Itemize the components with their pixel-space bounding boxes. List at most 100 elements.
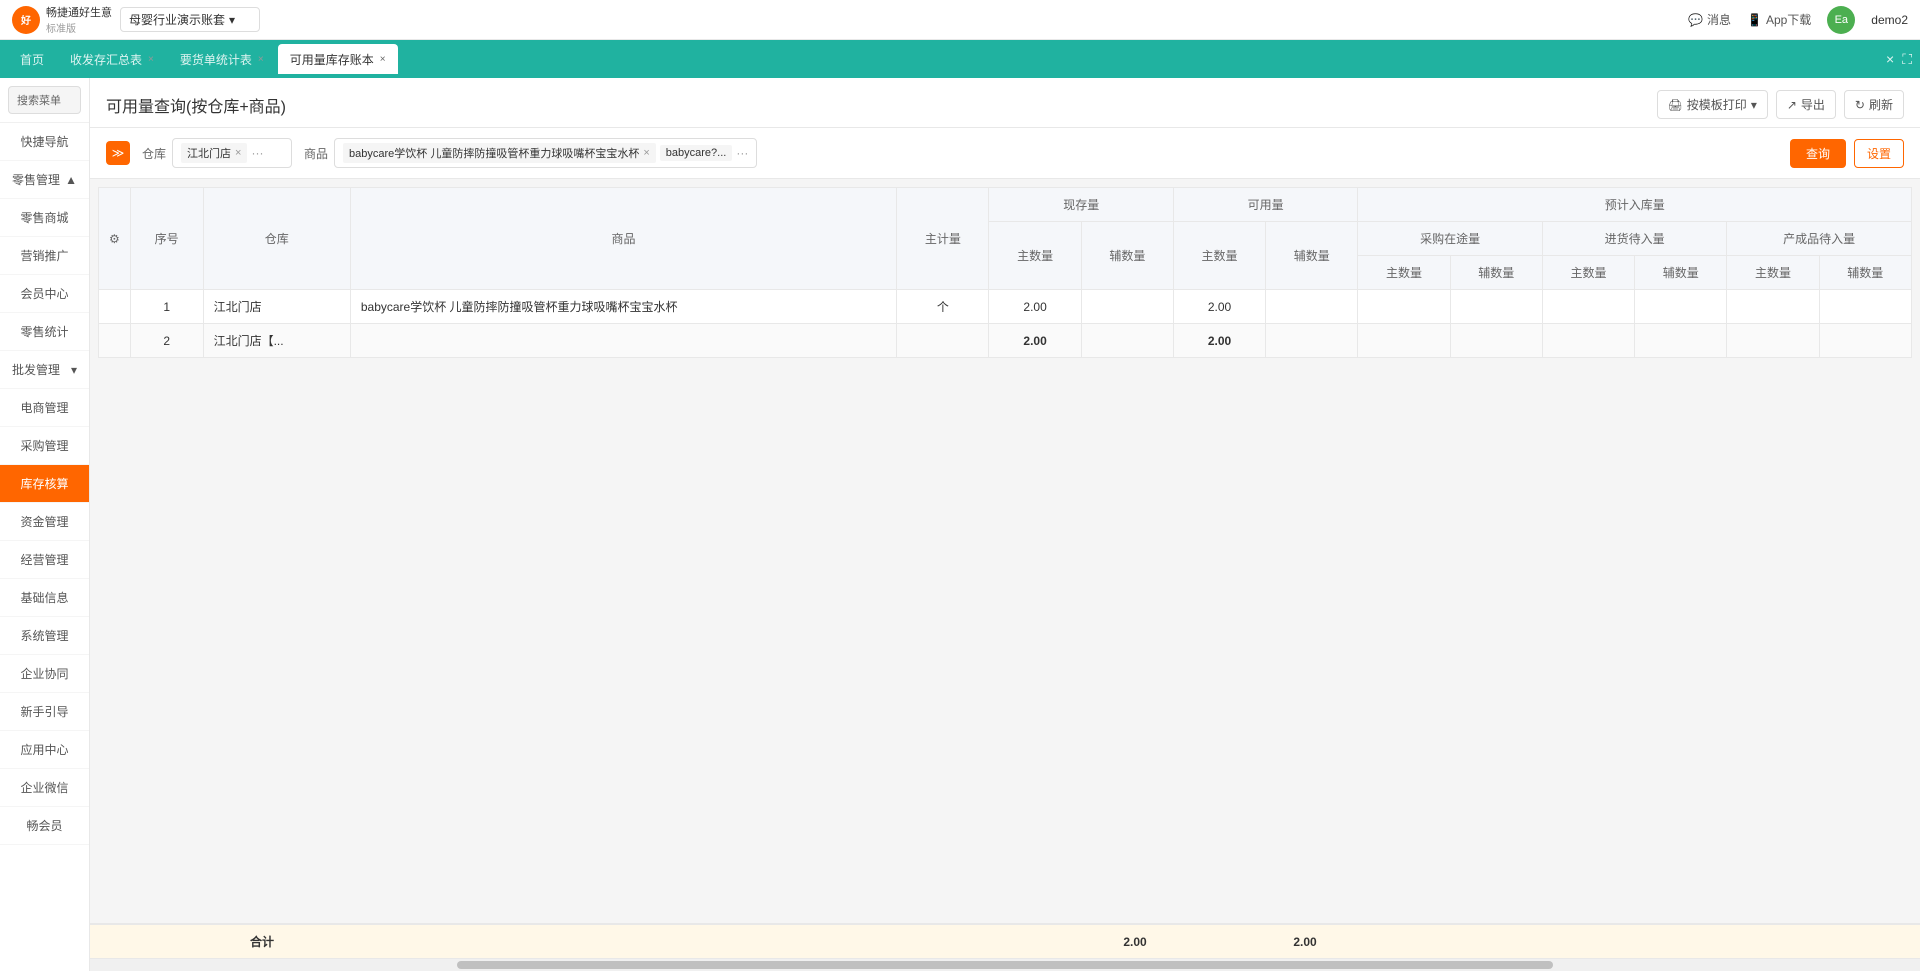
warehouse-filter-more[interactable]: ··· <box>251 146 263 160</box>
industry-select[interactable]: 母婴行业演示账套 ▾ <box>120 7 260 32</box>
product-tag-1-remove[interactable]: × <box>643 147 649 159</box>
data-table: ⚙ 序号 仓库 商品 主计量 现存量 可用量 预计入库量 主数量 辅数量 主数量… <box>98 187 1912 358</box>
tab-close-all-icon[interactable]: × <box>1886 51 1894 67</box>
sidebar-item-retail-mall[interactable]: 零售商城 <box>0 199 89 237</box>
sidebar-item-basic-info[interactable]: 基础信息 <box>0 579 89 617</box>
td-incoming-main <box>1542 290 1634 324</box>
settings-button[interactable]: 设置 <box>1854 139 1904 168</box>
sidebar-item-new-guide[interactable]: 新手引导 <box>0 693 89 731</box>
td-product <box>350 324 896 358</box>
th-production-pending-group: 产成品待入量 <box>1727 222 1912 256</box>
expand-icon: ≫ <box>112 146 125 160</box>
sidebar-item-operations-mgmt[interactable]: 经营管理 <box>0 541 89 579</box>
product-filter-more[interactable]: ··· <box>736 146 748 160</box>
logo-text: 畅捷通好生意 <box>46 4 112 20</box>
sidebar-item-quick-nav[interactable]: 快捷导航 <box>0 123 89 161</box>
product-tag-2-text: babycare?... <box>666 147 727 159</box>
td-production-aux <box>1819 290 1911 324</box>
td-stock-aux <box>1081 290 1173 324</box>
td-unit: 个 <box>897 290 989 324</box>
warehouse-filter-input[interactable]: 江北门店 × ··· <box>172 138 292 168</box>
sidebar-item-marketing[interactable]: 营销推广 <box>0 237 89 275</box>
user-avatar[interactable]: Ea <box>1827 6 1855 34</box>
sidebar-item-member-center[interactable]: 会员中心 <box>0 275 89 313</box>
th-production-aux: 辅数量 <box>1819 256 1911 290</box>
tab-bar: 首页 收发存汇总表 × 要货单统计表 × 可用量库存账本 × × ⛶ <box>0 40 1920 78</box>
td-unit <box>897 324 989 358</box>
content-area: 可用量查询(按仓库+商品) 🖨 按模板打印 ▾ ↗ 导出 ↻ 刷新 <box>90 78 1920 971</box>
sidebar-item-retail-mgmt[interactable]: 零售管理 ▲ <box>0 161 89 199</box>
scroll-bar-thumb[interactable] <box>457 961 1553 969</box>
filter-toggle-button[interactable]: ≫ <box>106 141 130 165</box>
sidebar-item-finance-mgmt[interactable]: 资金管理 <box>0 503 89 541</box>
sidebar-item-retail-stats[interactable]: 零售统计 <box>0 313 89 351</box>
retail-mgmt-arrow: ▲ <box>65 173 77 187</box>
top-bar-right: 💬 消息 📱 App下载 Ea demo2 <box>1688 6 1908 34</box>
td-row-num: 2 <box>130 324 203 358</box>
query-button[interactable]: 查询 <box>1790 139 1846 168</box>
page-actions: 🖨 按模板打印 ▾ ↗ 导出 ↻ 刷新 <box>1657 90 1904 119</box>
sidebar-item-vip-member[interactable]: 畅会员 <box>0 807 89 845</box>
table-footer: 合计 2.00 2.00 <box>90 923 1920 959</box>
th-settings[interactable]: ⚙ <box>99 188 131 290</box>
td-purchase-main <box>1358 324 1450 358</box>
sidebar-item-wholesale-mgmt[interactable]: 批发管理 ▾ <box>0 351 89 389</box>
print-button[interactable]: 🖨 按模板打印 ▾ <box>1657 90 1768 119</box>
scroll-bar-area[interactable] <box>90 959 1920 971</box>
warehouse-tag-remove[interactable]: × <box>235 147 241 159</box>
sidebar-item-ecommerce-mgmt[interactable]: 电商管理 <box>0 389 89 427</box>
tab-available-stock-close[interactable]: × <box>380 54 386 65</box>
export-icon: ↗ <box>1787 98 1797 112</box>
warehouse-filter-field: 仓库 江北门店 × ··· <box>142 138 292 168</box>
td-purchase-aux <box>1450 290 1542 324</box>
wholesale-mgmt-label: 批发管理 <box>12 361 60 378</box>
tab-receivable-label: 收发存汇总表 <box>70 51 142 68</box>
td-incoming-aux <box>1635 324 1727 358</box>
refresh-label: 刷新 <box>1869 96 1893 113</box>
sidebar: 搜索菜单 快捷导航 零售管理 ▲ 零售商城 营销推广 会员中心 零售统计 批发管… <box>0 78 90 971</box>
tab-receivable[interactable]: 收发存汇总表 × <box>58 44 166 74</box>
td-settings <box>99 324 131 358</box>
sidebar-item-system-mgmt[interactable]: 系统管理 <box>0 617 89 655</box>
sidebar-item-enterprise-wechat[interactable]: 企业微信 <box>0 769 89 807</box>
td-settings <box>99 290 131 324</box>
refresh-button[interactable]: ↻ 刷新 <box>1844 90 1904 119</box>
sidebar-search-button[interactable]: 搜索菜单 <box>8 86 81 114</box>
message-label: 消息 <box>1707 11 1731 28</box>
table-container: ⚙ 序号 仓库 商品 主计量 现存量 可用量 预计入库量 主数量 辅数量 主数量… <box>90 179 1920 923</box>
td-production-aux <box>1819 324 1911 358</box>
user-name[interactable]: demo2 <box>1871 13 1908 27</box>
td-stock-main: 2.00 <box>989 290 1081 324</box>
td-production-main <box>1727 324 1819 358</box>
th-stock-main: 主数量 <box>989 222 1081 290</box>
tab-home[interactable]: 首页 <box>8 44 56 74</box>
warehouse-tag-text: 江北门店 <box>187 145 231 161</box>
product-tag-1-text: babycare学饮杯 儿童防摔防撞吸管杯重力球吸嘴杯宝宝水杯 <box>349 145 639 161</box>
tab-fullscreen-icon[interactable]: ⛶ <box>1902 51 1912 68</box>
sidebar-item-app-center[interactable]: 应用中心 <box>0 731 89 769</box>
warehouse-tag: 江北门店 × <box>181 143 247 163</box>
wholesale-mgmt-arrow: ▾ <box>71 363 77 377</box>
message-icon: 💬 <box>1688 13 1703 27</box>
tab-order-stats-close[interactable]: × <box>258 54 264 65</box>
refresh-icon: ↻ <box>1855 98 1865 112</box>
sidebar-item-purchase-mgmt[interactable]: 采购管理 <box>0 427 89 465</box>
th-warehouse: 仓库 <box>203 188 350 290</box>
tab-bar-actions: × ⛶ <box>1886 51 1912 68</box>
app-download-button[interactable]: 📱 App下载 <box>1747 11 1811 28</box>
tab-receivable-close[interactable]: × <box>148 54 154 65</box>
product-filter-input[interactable]: babycare学饮杯 儿童防摔防撞吸管杯重力球吸嘴杯宝宝水杯 × babyca… <box>334 138 757 168</box>
td-warehouse: 江北门店 <box>203 290 350 324</box>
td-production-main <box>1727 290 1819 324</box>
table-row: 2 江北门店【... 2.00 2.00 <box>99 324 1912 358</box>
tab-available-stock[interactable]: 可用量库存账本 × <box>278 44 398 74</box>
tab-home-label: 首页 <box>20 51 44 68</box>
footer-label: 合计 <box>250 933 1010 950</box>
warehouse-filter-label: 仓库 <box>142 145 166 162</box>
export-button[interactable]: ↗ 导出 <box>1776 90 1836 119</box>
td-row-num: 1 <box>130 290 203 324</box>
sidebar-item-inventory-check[interactable]: 库存核算 <box>0 465 89 503</box>
tab-order-stats[interactable]: 要货单统计表 × <box>168 44 276 74</box>
sidebar-item-enterprise-collab[interactable]: 企业协同 <box>0 655 89 693</box>
message-button[interactable]: 💬 消息 <box>1688 11 1731 28</box>
